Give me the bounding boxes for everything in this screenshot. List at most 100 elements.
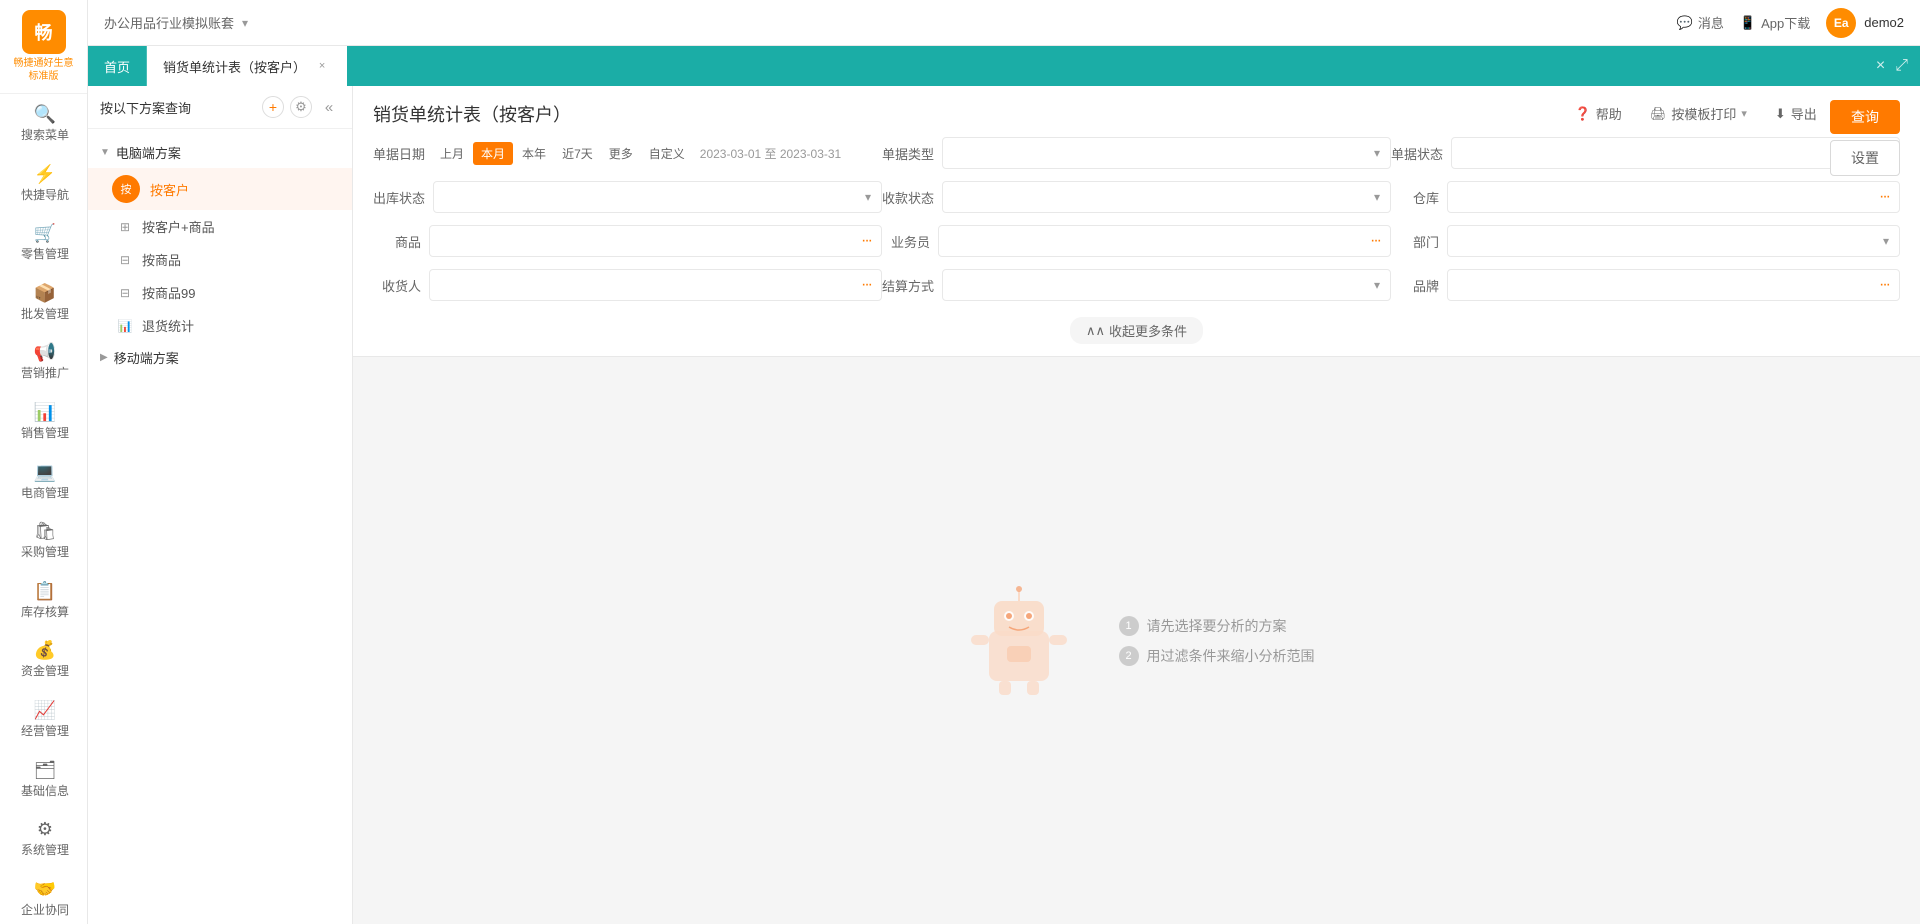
collapse-up-icon: ∧∧: [1086, 323, 1105, 339]
app-download-button[interactable]: 📱 App下载: [1740, 13, 1810, 32]
scheme-add-button[interactable]: +: [262, 96, 284, 118]
scheme-item-by-product-99-label: 按商品99: [142, 283, 195, 302]
settlement-input[interactable]: ▾: [942, 269, 1391, 301]
tab-sales-stat-label: 销货单统计表（按客户）: [163, 57, 306, 76]
user-profile[interactable]: Ea demo2: [1826, 8, 1904, 38]
settlement-dropdown-icon: ▾: [1374, 278, 1380, 292]
date-shortcut-last-month[interactable]: 上月: [433, 142, 471, 165]
export-icon: ⬇: [1775, 106, 1786, 122]
sidebar-item-basics[interactable]: 🗂 基础信息: [0, 750, 87, 810]
scheme-group-mobile-header[interactable]: ▶ 移动端方案: [88, 342, 352, 373]
product-label: 商品: [373, 232, 429, 251]
breadcrumb-dropdown-icon[interactable]: ▾: [242, 16, 248, 30]
sidebar-item-ecommerce[interactable]: 💻 电商管理: [0, 452, 87, 512]
sidebar-item-search[interactable]: 🔍 搜索菜单: [0, 94, 87, 154]
scheme-item-by-customer[interactable]: 按 按客户: [88, 168, 352, 210]
sidebar-item-purchase[interactable]: 🛍 采购管理: [0, 511, 87, 571]
sidebar-label-purchase: 采购管理: [21, 545, 69, 561]
date-shortcut-more[interactable]: 更多: [602, 142, 640, 165]
message-icon: 💬: [1677, 15, 1693, 31]
scheme-panel-controls: + ⚙ «: [262, 96, 340, 118]
operations-icon: 📈: [34, 700, 56, 721]
scheme-item-by-product-99[interactable]: ⊟ 按商品99: [88, 276, 352, 309]
receiver-label: 收货人: [373, 276, 429, 295]
date-shortcut-this-month[interactable]: 本月: [473, 142, 513, 165]
scheme-settings-button[interactable]: ⚙: [290, 96, 312, 118]
scheme-item-by-product-label: 按商品: [142, 250, 181, 269]
collapse-button[interactable]: ∧∧ 收起更多条件: [1070, 317, 1203, 344]
user-avatar-text: Ea: [1834, 16, 1849, 30]
scheme-group-desktop: ▼ 电脑端方案 按 按客户 ⊞ 按客户+商品 ⊟ 按商品: [88, 137, 352, 342]
scheme-item-by-customer-product[interactable]: ⊞ 按客户+商品: [88, 210, 352, 243]
order-type-input[interactable]: ▾: [942, 137, 1391, 169]
top-header: 办公用品行业模拟账套 ▾ 💬 消息 📱 App下载 Ea demo2: [88, 0, 1920, 46]
sidebar-item-retail[interactable]: 🛒 零售管理: [0, 213, 87, 273]
scheme-item-return-stat[interactable]: 📊 退货统计: [88, 309, 352, 342]
help-button[interactable]: ❓ 帮助: [1567, 100, 1630, 127]
scheme-item-by-customer-product-label: 按客户+商品: [142, 217, 215, 236]
template-print-label: 按模板打印: [1671, 104, 1736, 123]
tab-sales-stat[interactable]: 销货单统计表（按客户） ×: [147, 46, 347, 86]
export-button[interactable]: ⬇ 导出: [1767, 100, 1825, 127]
sidebar-label-search: 搜索菜单: [21, 128, 69, 144]
hint-2: 2 用过滤条件来缩小分析范围: [1119, 646, 1315, 666]
scheme-collapse-button[interactable]: «: [318, 96, 340, 118]
collapse-label: 收起更多条件: [1109, 321, 1187, 340]
query-button[interactable]: 查询: [1830, 100, 1900, 134]
order-status-filter: 单据状态 ▾: [1391, 137, 1900, 169]
date-filter: 单据日期 上月 本月 本年 近7天 更多 自定义 2023-03-01 至 20…: [373, 142, 882, 165]
warehouse-input[interactable]: ···: [1447, 181, 1900, 213]
sidebar-item-wholesale[interactable]: 📦 批发管理: [0, 273, 87, 333]
receiver-dots-icon[interactable]: ···: [861, 276, 871, 294]
salesperson-input[interactable]: ···: [938, 225, 1391, 257]
date-shortcut-custom[interactable]: 自定义: [642, 142, 692, 165]
message-button[interactable]: 💬 消息: [1677, 13, 1724, 32]
sidebar-item-operations[interactable]: 📈 经营管理: [0, 690, 87, 750]
date-shortcut-last-7[interactable]: 近7天: [555, 142, 600, 165]
sidebar-label-ecommerce: 电商管理: [21, 486, 69, 502]
brand-dots-icon[interactable]: ···: [1879, 276, 1889, 294]
warehouse-dots-icon[interactable]: ···: [1879, 188, 1889, 206]
window-restore-button[interactable]: ⤢: [1895, 57, 1908, 75]
date-shortcuts: 上月 本月 本年 近7天 更多 自定义 2023-03-01 至 2023-03…: [433, 142, 841, 165]
payment-status-input[interactable]: ▾: [942, 181, 1391, 213]
product-dots-icon[interactable]: ···: [861, 232, 871, 250]
sidebar-item-inventory[interactable]: 📋 库存核算: [0, 571, 87, 631]
sidebar-label-system: 系统管理: [21, 843, 69, 859]
settings-button[interactable]: 设置: [1830, 140, 1900, 176]
ship-status-input[interactable]: ▾: [433, 181, 882, 213]
scheme-panel-header: 按以下方案查询 + ⚙ «: [88, 86, 352, 129]
app-download-label: App下载: [1761, 13, 1810, 32]
tab-close-icon[interactable]: ×: [314, 58, 330, 74]
salesperson-dots-icon[interactable]: ···: [1370, 232, 1380, 250]
sidebar-label-retail: 零售管理: [21, 247, 69, 263]
ship-status-dropdown-icon: ▾: [865, 190, 871, 204]
page-filter-section: 销货单统计表（按客户） ❓ 帮助 🖨 按模板打印 ▾ ⬇: [353, 86, 1920, 357]
sidebar-item-quick-nav[interactable]: ⚡ 快捷导航: [0, 154, 87, 214]
purchase-icon: 🛍: [34, 521, 57, 542]
window-close-button[interactable]: ×: [1876, 57, 1885, 75]
tab-home[interactable]: 首页: [88, 46, 147, 86]
scheme-group-desktop-header[interactable]: ▼ 电脑端方案: [88, 137, 352, 168]
main-area: 办公用品行业模拟账套 ▾ 💬 消息 📱 App下载 Ea demo2 首页: [88, 0, 1920, 924]
receiver-input[interactable]: ···: [429, 269, 882, 301]
retail-icon: 🛒: [34, 223, 56, 244]
date-shortcut-this-year[interactable]: 本年: [515, 142, 553, 165]
sidebar-item-system[interactable]: ⚙ 系统管理: [0, 809, 87, 869]
brand-input[interactable]: ···: [1447, 269, 1900, 301]
sidebar-item-sales[interactable]: 📊 销售管理: [0, 392, 87, 452]
product-input[interactable]: ···: [429, 225, 882, 257]
app-download-icon: 📱: [1740, 15, 1756, 31]
sidebar-item-enterprise[interactable]: 🤝 企业协同: [0, 869, 87, 924]
grid-icon: ⊟: [116, 251, 134, 269]
sidebar-item-finance[interactable]: 💰 资金管理: [0, 630, 87, 690]
scheme-item-by-product[interactable]: ⊟ 按商品: [88, 243, 352, 276]
mobile-group-label: 移动端方案: [114, 348, 179, 367]
template-print-button[interactable]: 🖨 按模板打印 ▾: [1642, 100, 1755, 127]
sidebar-item-marketing[interactable]: 📢 营销推广: [0, 332, 87, 392]
empty-hints: 1 请先选择要分析的方案 2 用过滤条件来缩小分析范围: [1119, 616, 1315, 666]
inventory-icon: 📋: [34, 581, 56, 602]
print-dropdown-icon[interactable]: ▾: [1741, 107, 1747, 120]
department-input[interactable]: ▾: [1447, 225, 1900, 257]
ship-status-label: 出库状态: [373, 188, 433, 207]
